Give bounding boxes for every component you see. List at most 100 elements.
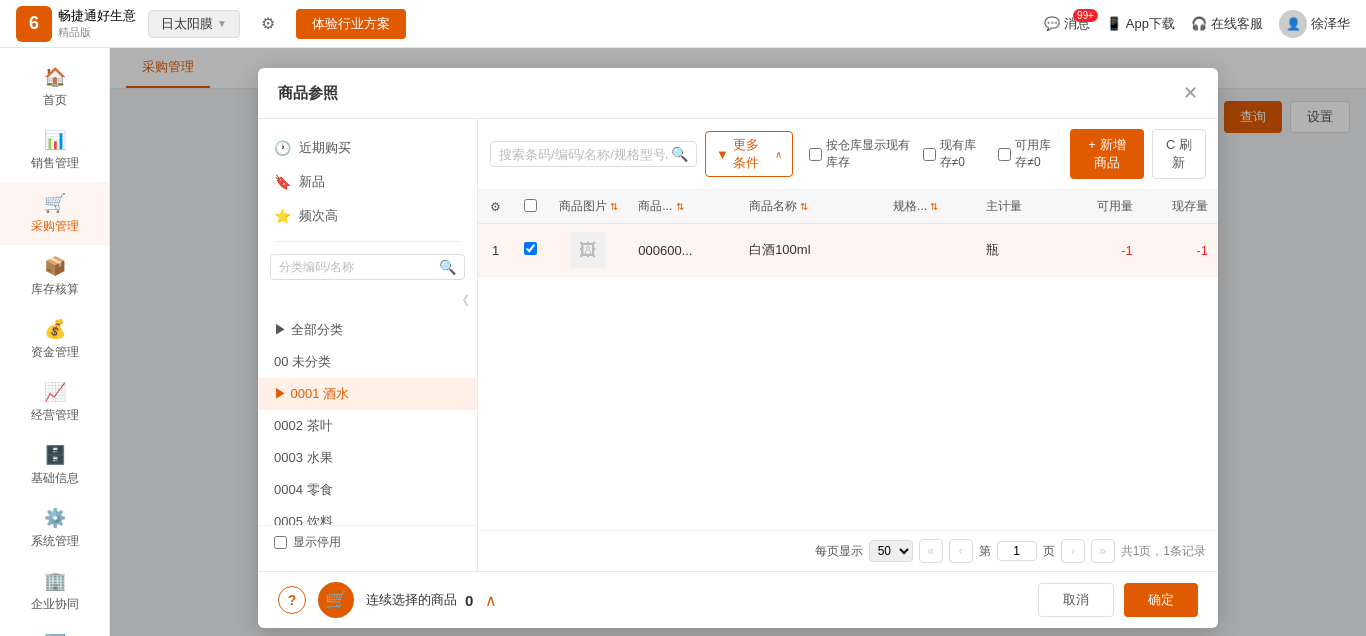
th-stock[interactable]: 现存量 <box>1143 190 1218 224</box>
th-image[interactable]: 商品图片 ⇅ <box>548 190 628 224</box>
logo-text-wrap: 畅捷通好生意 精品版 <box>58 7 136 40</box>
sidebar-item-finance[interactable]: 💰 资金管理 <box>0 308 109 371</box>
sidebar-item-purchase[interactable]: 🛒 采购管理 <box>0 182 109 245</box>
more-filter-btn[interactable]: ▼ 更多条件 ∧ <box>705 131 793 177</box>
total-info: 共1页，1条记录 <box>1121 543 1206 560</box>
sidebar-item-basic[interactable]: 🗄️ 基础信息 <box>0 434 109 497</box>
product-search-input[interactable] <box>499 147 667 162</box>
category-search[interactable]: 🔍 <box>270 254 465 280</box>
page-label: 第 <box>979 543 991 560</box>
warehouse-checkbox[interactable] <box>809 148 822 161</box>
th-unit[interactable]: 主计量 <box>976 190 1051 224</box>
nav-recent-label: 近期购买 <box>299 139 351 157</box>
th-code[interactable]: 商品... ⇅ <box>628 190 739 224</box>
th-spec[interactable]: 规格... ⇅ <box>883 190 976 224</box>
cancel-btn[interactable]: 取消 <box>1038 583 1114 617</box>
category-0003-label: 0003 水果 <box>274 449 333 467</box>
th-name[interactable]: 商品名称 ⇅ <box>739 190 883 224</box>
confirm-btn[interactable]: 确定 <box>1124 583 1198 617</box>
nav-divider <box>274 241 461 242</box>
nav-new-products[interactable]: 🔖 新品 <box>258 165 477 199</box>
search-bar: 🔍 ▼ 更多条件 ∧ 按仓库显示现有库存 <box>478 119 1218 190</box>
sidebar-item-enterprise[interactable]: 🏢 企业协同 <box>0 560 109 623</box>
th-select[interactable] <box>513 190 548 224</box>
category-0001[interactable]: ▶ 0001 酒水 <box>258 378 477 410</box>
store-selector[interactable]: 日太阳膜 ▼ <box>148 10 240 38</box>
app-download-btn[interactable]: 📱 App下载 <box>1106 15 1175 33</box>
settings-icon[interactable]: ⚙ <box>252 8 284 40</box>
messages-btn[interactable]: 💬 消息 99+ <box>1044 15 1090 33</box>
show-disabled-checkbox[interactable] <box>274 536 287 549</box>
sidebar-item-inventory[interactable]: 📦 库存核算 <box>0 245 109 308</box>
modal-close-btn[interactable]: ✕ <box>1183 82 1198 104</box>
filter-available-stock[interactable]: 现有库存≠0 <box>923 137 987 171</box>
logo-sub: 精品版 <box>58 25 136 40</box>
category-0003[interactable]: 0003 水果 <box>258 442 477 474</box>
online-service-btn[interactable]: 🎧 在线客服 <box>1191 15 1263 33</box>
prev-page-btn[interactable]: ‹ <box>949 539 973 563</box>
filter-by-warehouse[interactable]: 按仓库显示现有库存 <box>809 137 911 171</box>
help-btn[interactable]: ? <box>278 586 306 614</box>
new-products-icon: 🔖 <box>274 174 291 190</box>
product-data-table: ⚙ 商品图片 ⇅ 商品... ⇅ <box>478 190 1218 277</box>
add-product-btn[interactable]: + 新增商品 <box>1070 129 1144 179</box>
nav-frequent[interactable]: ⭐ 频次高 <box>258 199 477 233</box>
th-settings[interactable]: ⚙ <box>478 190 513 224</box>
th-code-label: 商品... <box>638 199 672 213</box>
filter-usable-stock[interactable]: 可用库存≠0 <box>998 137 1062 171</box>
trial-button[interactable]: 体验行业方案 <box>296 9 406 39</box>
modal-footer: ? 🛒 连续选择的商品 0 ∧ 取消 确定 <box>258 571 1218 628</box>
avatar: 👤 <box>1279 10 1307 38</box>
category-0005-label: 0005 饮料 <box>274 513 333 525</box>
category-search-input[interactable] <box>279 260 435 274</box>
category-all[interactable]: ▶ 全部分类 <box>258 314 477 346</box>
page-input[interactable] <box>997 541 1037 561</box>
category-0002[interactable]: 0002 茶叶 <box>258 410 477 442</box>
footer-collapse-btn[interactable]: ∧ <box>485 591 497 610</box>
selection-label: 连续选择的商品 <box>366 591 457 609</box>
refresh-modal-btn[interactable]: C 刷新 <box>1152 129 1206 179</box>
headset-icon: 🎧 <box>1191 16 1207 31</box>
cart-btn[interactable]: 🛒 <box>318 582 354 618</box>
th-avail[interactable]: 可用量 <box>1051 190 1142 224</box>
sidebar-item-business[interactable]: 📈 经营管理 <box>0 371 109 434</box>
sidebar-item-home[interactable]: 🏠 首页 <box>0 56 109 119</box>
th-spec-label: 规格... <box>893 199 927 213</box>
sidebar-item-sales[interactable]: 📊 销售管理 <box>0 119 109 182</box>
search-input-wrap[interactable]: 🔍 <box>490 141 697 167</box>
basic-icon: 🗄️ <box>44 444 66 466</box>
select-all-checkbox[interactable] <box>524 199 537 212</box>
available-stock-checkbox[interactable] <box>923 148 936 161</box>
business-icon: 📈 <box>44 381 66 403</box>
sidebar-item-guide[interactable]: 🆕 新手引导 <box>0 623 109 636</box>
category-0005[interactable]: 0005 饮料 <box>258 506 477 525</box>
nav-recent-purchase[interactable]: 🕐 近期购买 <box>258 131 477 165</box>
row-checkbox[interactable] <box>524 242 537 255</box>
first-page-btn[interactable]: « <box>919 539 943 563</box>
per-page-select[interactable]: 50 <box>869 540 913 562</box>
row-avail: -1 <box>1051 224 1142 277</box>
category-0004[interactable]: 0004 零食 <box>258 474 477 506</box>
sidebar-item-system[interactable]: ⚙️ 系统管理 <box>0 497 109 560</box>
usable-stock-checkbox[interactable] <box>998 148 1011 161</box>
table-row[interactable]: 1 🖼 000600... 白酒100ml <box>478 224 1218 277</box>
store-selector-arrow: ▼ <box>217 18 227 29</box>
th-avail-label: 可用量 <box>1097 199 1133 213</box>
sidebar-label-business: 经营管理 <box>31 407 79 424</box>
category-00[interactable]: 00 未分类 <box>258 346 477 378</box>
row-num: 1 <box>478 224 513 277</box>
nav-collapse-btn[interactable]: 《 <box>258 288 477 314</box>
next-page-btn[interactable]: › <box>1061 539 1085 563</box>
product-search-icon[interactable]: 🔍 <box>671 146 688 162</box>
product-img-placeholder: 🖼 <box>570 232 606 268</box>
user-profile-btn[interactable]: 👤 徐泽华 <box>1279 10 1350 38</box>
row-checkbox-cell[interactable] <box>513 224 548 277</box>
recent-purchase-icon: 🕐 <box>274 140 291 156</box>
last-page-btn[interactable]: » <box>1091 539 1115 563</box>
modal-title: 商品参照 <box>278 84 338 103</box>
category-list: ▶ 全部分类 00 未分类 ▶ 0001 酒水 0002 茶叶 <box>258 314 477 525</box>
per-page-label: 每页显示 <box>815 543 863 560</box>
app-download-label: App下载 <box>1126 15 1175 33</box>
category-search-icon[interactable]: 🔍 <box>439 259 456 275</box>
sidebar-label-finance: 资金管理 <box>31 344 79 361</box>
